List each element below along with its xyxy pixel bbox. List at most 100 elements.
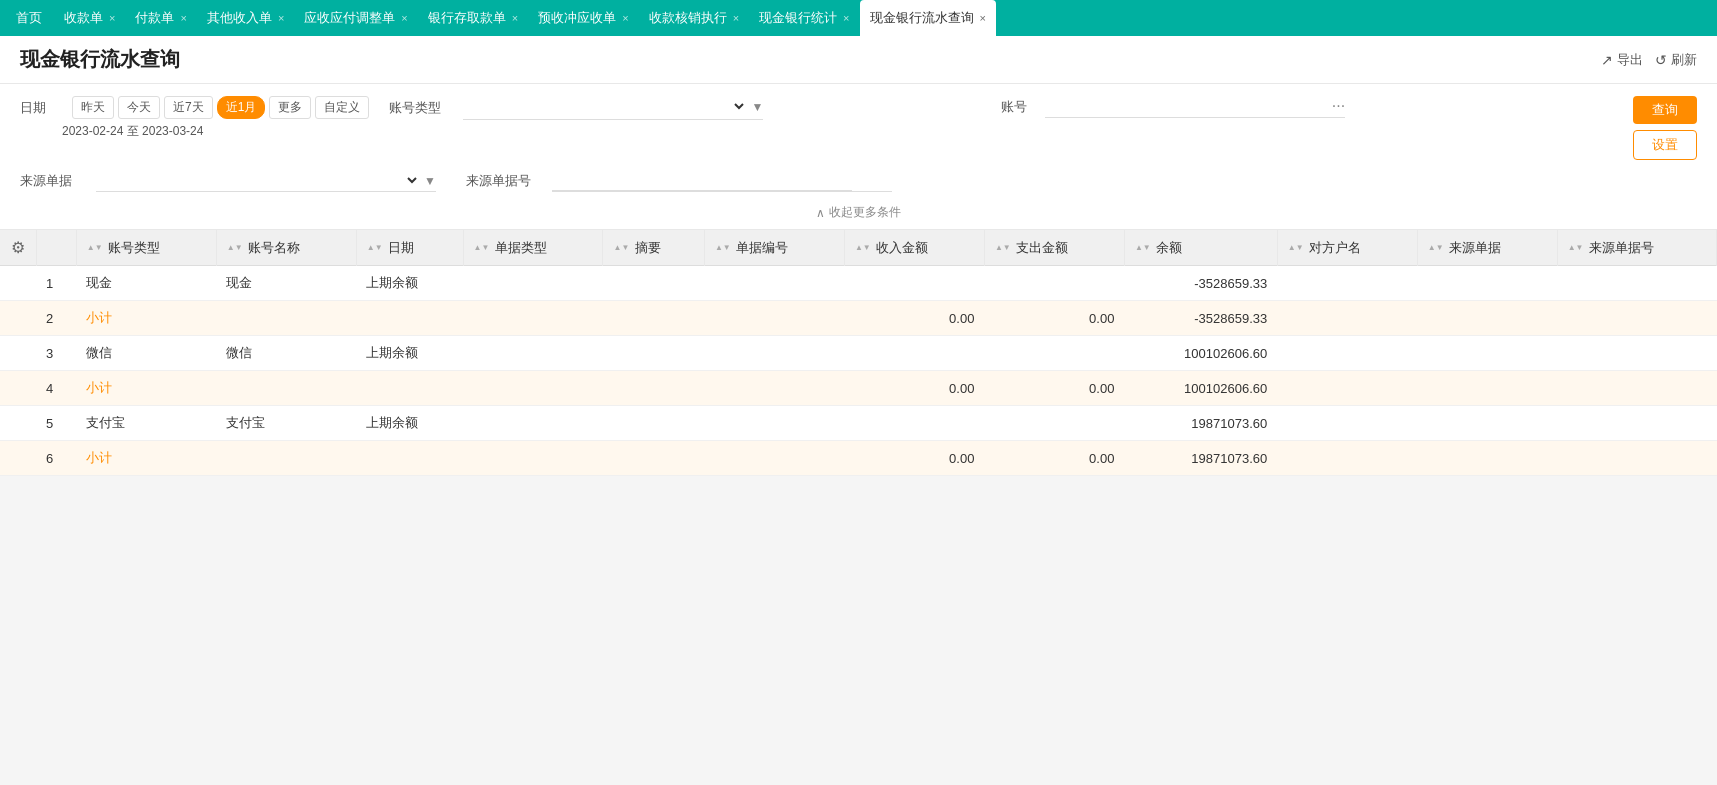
cell-account_name: 微信 <box>216 336 356 371</box>
cell-idx: 2 <box>36 301 76 336</box>
cell-source_doc <box>1417 336 1557 371</box>
col-doc-type[interactable]: ▲▼ 单据类型 <box>463 230 603 266</box>
cell-idx: 1 <box>36 266 76 301</box>
sort-icon-date: ▲▼ <box>367 244 383 252</box>
nav-tab-付款单[interactable]: 付款单 × <box>125 0 196 36</box>
col-account-name[interactable]: ▲▼ 账号名称 <box>216 230 356 266</box>
page-header: 现金银行流水查询 ↗ 导出 ↺ 刷新 <box>0 36 1717 84</box>
tab-close-icon[interactable]: × <box>733 12 739 24</box>
nav-tab-label: 现金银行统计 <box>759 9 837 27</box>
nav-tab-其他收入单[interactable]: 其他收入单 × <box>197 0 294 36</box>
col-income[interactable]: ▲▼ 收入金额 <box>844 230 984 266</box>
table-body: 1现金现金上期余额-3528659.332小计0.000.00-3528659.… <box>0 266 1717 476</box>
page-title: 现金银行流水查询 <box>20 46 180 73</box>
cell-counterpart <box>1277 336 1417 371</box>
col-source-doc[interactable]: ▲▼ 来源单据 <box>1417 230 1557 266</box>
settings-button[interactable]: 设置 <box>1633 130 1697 160</box>
cell-date <box>356 301 463 336</box>
date-btn-today[interactable]: 今天 <box>118 96 160 119</box>
export-button[interactable]: ↗ 导出 <box>1601 51 1643 69</box>
nav-tab-label: 收款核销执行 <box>649 9 727 27</box>
col-gear[interactable]: ⚙ <box>0 230 36 266</box>
cell-counterpart <box>1277 301 1417 336</box>
cell-idx: 3 <box>36 336 76 371</box>
cell-expense: 0.00 <box>984 441 1124 476</box>
account-input[interactable] <box>1045 96 1328 115</box>
nav-tab-label: 其他收入单 <box>207 9 272 27</box>
cell-expense: 0.00 <box>984 301 1124 336</box>
tab-close-icon[interactable]: × <box>278 12 284 24</box>
query-button[interactable]: 查询 <box>1633 96 1697 124</box>
nav-tab-银行存取款单[interactable]: 银行存取款单 × <box>418 0 528 36</box>
cell-summary <box>603 371 704 406</box>
cell-income <box>844 336 984 371</box>
account-type-select[interactable] <box>463 96 747 117</box>
cell-income <box>844 266 984 301</box>
nav-tab-收款核销执行[interactable]: 收款核销执行 × <box>639 0 749 36</box>
nav-home[interactable]: 首页 <box>4 0 54 36</box>
source-doc-no-input[interactable] <box>552 171 852 191</box>
nav-tab-收款单[interactable]: 收款单× <box>54 0 125 36</box>
nav-tabs: 收款单×付款单×其他收入单×应收应付调整单×银行存取款单×预收冲应收单×收款核销… <box>54 0 996 36</box>
cell-account_name: 支付宝 <box>216 406 356 441</box>
sort-icon-account-type: ▲▼ <box>87 244 103 252</box>
cell-gear <box>0 441 36 476</box>
nav-tab-label: 付款单 <box>135 9 174 27</box>
table-row: 1现金现金上期余额-3528659.33 <box>0 266 1717 301</box>
refresh-button[interactable]: ↺ 刷新 <box>1655 51 1697 69</box>
cell-account_type: 小计 <box>76 301 216 336</box>
col-date[interactable]: ▲▼ 日期 <box>356 230 463 266</box>
cell-account_name <box>216 301 356 336</box>
col-doc-no[interactable]: ▲▼ 单据编号 <box>704 230 844 266</box>
tab-close-icon[interactable]: × <box>843 12 849 24</box>
tab-close-icon[interactable]: × <box>109 12 115 24</box>
date-btn-custom[interactable]: 自定义 <box>315 96 369 119</box>
gear-icon[interactable]: ⚙ <box>11 239 25 256</box>
nav-tab-预收冲应收单[interactable]: 预收冲应收单× <box>528 0 638 36</box>
cell-source_doc_no <box>1557 266 1716 301</box>
tab-close-icon[interactable]: × <box>512 12 518 24</box>
cell-doc_no <box>704 301 844 336</box>
col-expense[interactable]: ▲▼ 支出金额 <box>984 230 1124 266</box>
cell-doc_no <box>704 336 844 371</box>
date-btn-1month[interactable]: 近1月 <box>217 96 266 119</box>
sort-icon-source-doc-no: ▲▼ <box>1568 244 1584 252</box>
cell-gear <box>0 266 36 301</box>
date-btn-more[interactable]: 更多 <box>269 96 311 119</box>
col-account-type[interactable]: ▲▼ 账号类型 <box>76 230 216 266</box>
cell-gear <box>0 301 36 336</box>
source-doc-no-label: 来源单据号 <box>466 172 536 190</box>
cell-income: 0.00 <box>844 301 984 336</box>
tab-close-icon[interactable]: × <box>401 12 407 24</box>
sort-icon-income: ▲▼ <box>855 244 871 252</box>
date-btn-7days[interactable]: 近7天 <box>164 96 213 119</box>
cell-counterpart <box>1277 266 1417 301</box>
cell-idx: 4 <box>36 371 76 406</box>
cell-counterpart <box>1277 371 1417 406</box>
cell-balance: 100102606.60 <box>1124 371 1277 406</box>
cell-account_type: 微信 <box>76 336 216 371</box>
cell-income: 0.00 <box>844 371 984 406</box>
col-summary[interactable]: ▲▼ 摘要 <box>603 230 704 266</box>
date-btn-yesterday[interactable]: 昨天 <box>72 96 114 119</box>
cell-idx: 6 <box>36 441 76 476</box>
source-doc-select[interactable] <box>96 170 420 191</box>
nav-tab-应收应付调整单[interactable]: 应收应付调整单× <box>294 0 417 36</box>
nav-tab-现金银行流水查询[interactable]: 现金银行流水查询× <box>860 0 996 36</box>
col-source-doc-no[interactable]: ▲▼ 来源单据号 <box>1557 230 1716 266</box>
nav-tab-label: 银行存取款单 <box>428 9 506 27</box>
table-header-row: ⚙ ▲▼ 账号类型 ▲▼ 账号名称 ▲▼ 日期 ▲▼ 单据类型 <box>0 230 1717 266</box>
cell-balance: 19871073.60 <box>1124 441 1277 476</box>
tab-close-icon[interactable]: × <box>622 12 628 24</box>
col-balance[interactable]: ▲▼ 余额 <box>1124 230 1277 266</box>
nav-tab-现金银行统计[interactable]: 现金银行统计 × <box>749 0 859 36</box>
table-row: 6小计0.000.0019871073.60 <box>0 441 1717 476</box>
cell-balance: -3528659.33 <box>1124 266 1277 301</box>
cell-source_doc_no <box>1557 441 1716 476</box>
cell-account_name <box>216 371 356 406</box>
tab-close-icon[interactable]: × <box>180 12 186 24</box>
col-counterpart[interactable]: ▲▼ 对方户名 <box>1277 230 1417 266</box>
tab-close-icon[interactable]: × <box>980 12 986 24</box>
collapse-bar[interactable]: ∧ 收起更多条件 <box>20 200 1697 221</box>
account-more-icon[interactable]: ··· <box>1332 97 1345 115</box>
